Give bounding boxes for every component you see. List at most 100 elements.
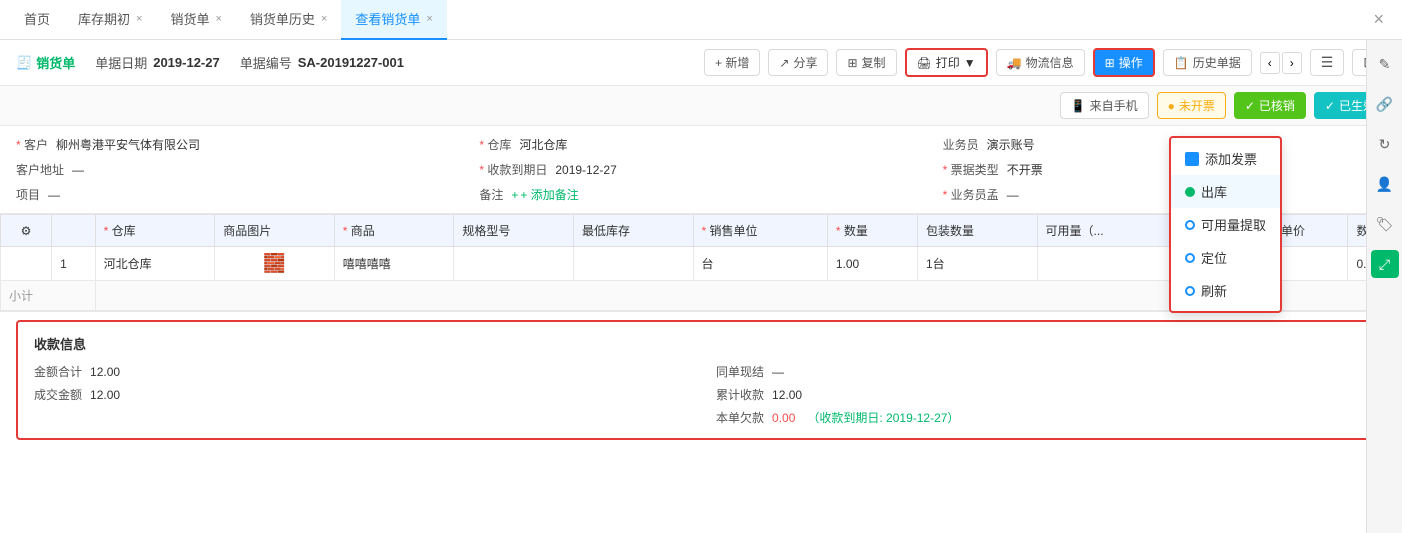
doc-header: 🧾 销货单 单据日期 2019-12-27 单据编号 SA-20191227-0…	[0, 40, 1402, 86]
payment-date-field: 收款到期日 2019-12-27	[479, 161, 922, 178]
row-sales-unit: 台	[693, 247, 827, 281]
payment-info-title: 收款信息	[34, 334, 1368, 353]
col-product: * 商品	[334, 215, 454, 247]
add-note-button[interactable]: + + 添加备注	[511, 186, 578, 203]
ticket-type-value: 不开票	[1007, 161, 1043, 178]
next-arrow[interactable]: ›	[1282, 52, 1302, 74]
sidebar-expand-icon[interactable]: ⤢	[1371, 250, 1399, 278]
current-arrears-row: 本单欠款 0.00 （收款到期日: 2019-12-27）	[716, 409, 1368, 426]
sidebar-link-icon[interactable]: 🔗	[1371, 90, 1399, 118]
col-rownum	[52, 215, 96, 247]
transaction-amount-label: 成交金额	[34, 386, 82, 403]
tab-home[interactable]: 首页	[10, 0, 64, 40]
col-pack-qty: 包装数量	[917, 215, 1037, 247]
share-button[interactable]: ↗ 分享	[768, 49, 828, 76]
arrears-note: （收款到期日: 2019-12-27）	[807, 409, 959, 426]
row-unit-price	[1273, 247, 1348, 281]
payment-left-col: 金额合计 12.00 成交金额 12.00	[34, 363, 686, 426]
tab-sales-history-close[interactable]: ×	[321, 13, 327, 25]
phone-icon: 📱	[1071, 99, 1086, 113]
doc-date-label: 单据日期	[95, 53, 147, 72]
project-field: 项目 —	[16, 186, 459, 203]
operation-button[interactable]: ⊞ 操作	[1093, 48, 1155, 77]
doc-title: 🧾 销货单	[16, 53, 75, 72]
tab-sales-order[interactable]: 销货单 ×	[156, 0, 235, 40]
total-amount-value: 12.00	[90, 365, 120, 379]
history-label: 历史单据	[1193, 54, 1241, 71]
row-available	[1037, 247, 1175, 281]
customer-field: 客户 柳州粤港平安气体有限公司	[16, 136, 459, 153]
new-button[interactable]: + 新增	[704, 49, 760, 76]
confirm-button[interactable]: ✓ 已核销	[1234, 92, 1306, 119]
out-warehouse-item[interactable]: 出库	[1171, 175, 1280, 208]
doc-number-value: SA-20191227-001	[298, 55, 404, 70]
doc-title-icon: 🧾	[16, 55, 32, 71]
add-invoice-item[interactable]: 添加发票	[1171, 142, 1280, 175]
confirm-icon: ✓	[1245, 99, 1255, 113]
doc-type-label: 销货单	[36, 53, 75, 72]
ticket-icon: ●	[1168, 99, 1175, 113]
col-warehouse: * 仓库	[95, 215, 215, 247]
doc-date-section: 单据日期 2019-12-27	[95, 53, 220, 72]
sidebar-user-icon[interactable]: 👤	[1371, 170, 1399, 198]
transaction-amount-row: 成交金额 12.00	[34, 386, 686, 403]
out-warehouse-label: 出库	[1201, 182, 1227, 201]
col-quantity: * 数量	[827, 215, 917, 247]
not-open-button[interactable]: ● 未开票	[1157, 92, 1226, 119]
doc-meta: 单据日期 2019-12-27 单据编号 SA-20191227-001	[95, 53, 404, 72]
col-unit-price: 单价	[1273, 215, 1348, 247]
tab-sales-history[interactable]: 销货单历史 ×	[236, 0, 341, 40]
copy-button[interactable]: ⊞ 复制	[836, 49, 896, 76]
row-warehouse: 河北仓库	[95, 247, 215, 281]
project-value: —	[48, 188, 60, 202]
out-warehouse-icon	[1185, 187, 1195, 197]
address-field: 客户地址 —	[16, 161, 459, 178]
customer-label: 客户	[16, 136, 48, 153]
tab-sales-history-label: 销货单历史	[250, 9, 315, 28]
locate-item[interactable]: 定位	[1171, 241, 1280, 274]
list-view-button[interactable]: ☰	[1310, 49, 1345, 76]
prev-arrow[interactable]: ‹	[1260, 52, 1280, 74]
tab-view-sales-close[interactable]: ×	[426, 13, 432, 25]
sidebar-edit-icon[interactable]: ✎	[1371, 50, 1399, 78]
row-min-stock	[573, 247, 693, 281]
tab-view-sales-label: 查看销货单	[355, 9, 420, 28]
tab-inventory-start[interactable]: 库存期初 ×	[64, 0, 156, 40]
tab-inventory-start-close[interactable]: ×	[136, 13, 142, 25]
row-spec	[454, 247, 574, 281]
share-label: 分享	[793, 54, 817, 71]
cumulative-collection-value: 12.00	[772, 388, 802, 402]
staff-field: 业务员孟 —	[943, 186, 1386, 203]
available-qty-icon	[1185, 220, 1195, 230]
logistics-icon: 🚚	[1007, 56, 1022, 70]
tab-bar: 首页 库存期初 × 销货单 × 销货单历史 × 查看销货单 × ×	[0, 0, 1402, 40]
print-button[interactable]: 🖨 打印 ▼	[905, 48, 988, 77]
operation-icon: ⊞	[1105, 56, 1115, 70]
add-note-label: + 添加备注	[520, 186, 578, 203]
sidebar-refresh-icon[interactable]: ↻	[1371, 130, 1399, 158]
refresh-item[interactable]: 刷新	[1171, 274, 1280, 307]
logistics-button[interactable]: 🚚 物流信息	[996, 49, 1085, 76]
window-close-button[interactable]: ×	[1365, 9, 1392, 30]
sidebar-tag-icon[interactable]: 🏷	[1371, 210, 1399, 238]
customer-value: 柳州粤港平安气体有限公司	[56, 136, 200, 153]
col-sales-unit: * 销售单位	[693, 215, 827, 247]
nav-arrows: ‹ ›	[1260, 52, 1302, 74]
new-label: + 新增	[715, 54, 749, 71]
available-qty-item[interactable]: 可用量提取	[1171, 208, 1280, 241]
from-phone-label: 来自手机	[1090, 97, 1138, 114]
warehouse-field: 仓库 河北仓库	[479, 136, 922, 153]
tab-view-sales[interactable]: 查看销货单 ×	[341, 0, 446, 40]
effect-icon: ✓	[1325, 99, 1335, 113]
tab-sales-order-close[interactable]: ×	[215, 13, 221, 25]
doc-number-section: 单据编号 SA-20191227-001	[240, 53, 404, 72]
row-pack-qty: 1台	[917, 247, 1037, 281]
doc-number-label: 单据编号	[240, 53, 292, 72]
copy-label: 复制	[862, 54, 886, 71]
payment-info-grid: 金额合计 12.00 成交金额 12.00 同单现结 — 累计收款	[34, 363, 1368, 426]
available-qty-label: 可用量提取	[1201, 215, 1266, 234]
total-amount-row: 金额合计 12.00	[34, 363, 686, 380]
history-button[interactable]: 📋 历史单据	[1163, 49, 1252, 76]
from-phone-button[interactable]: 📱 来自手机	[1060, 92, 1149, 119]
salesperson-field: 业务员 演示账号	[943, 136, 1386, 153]
